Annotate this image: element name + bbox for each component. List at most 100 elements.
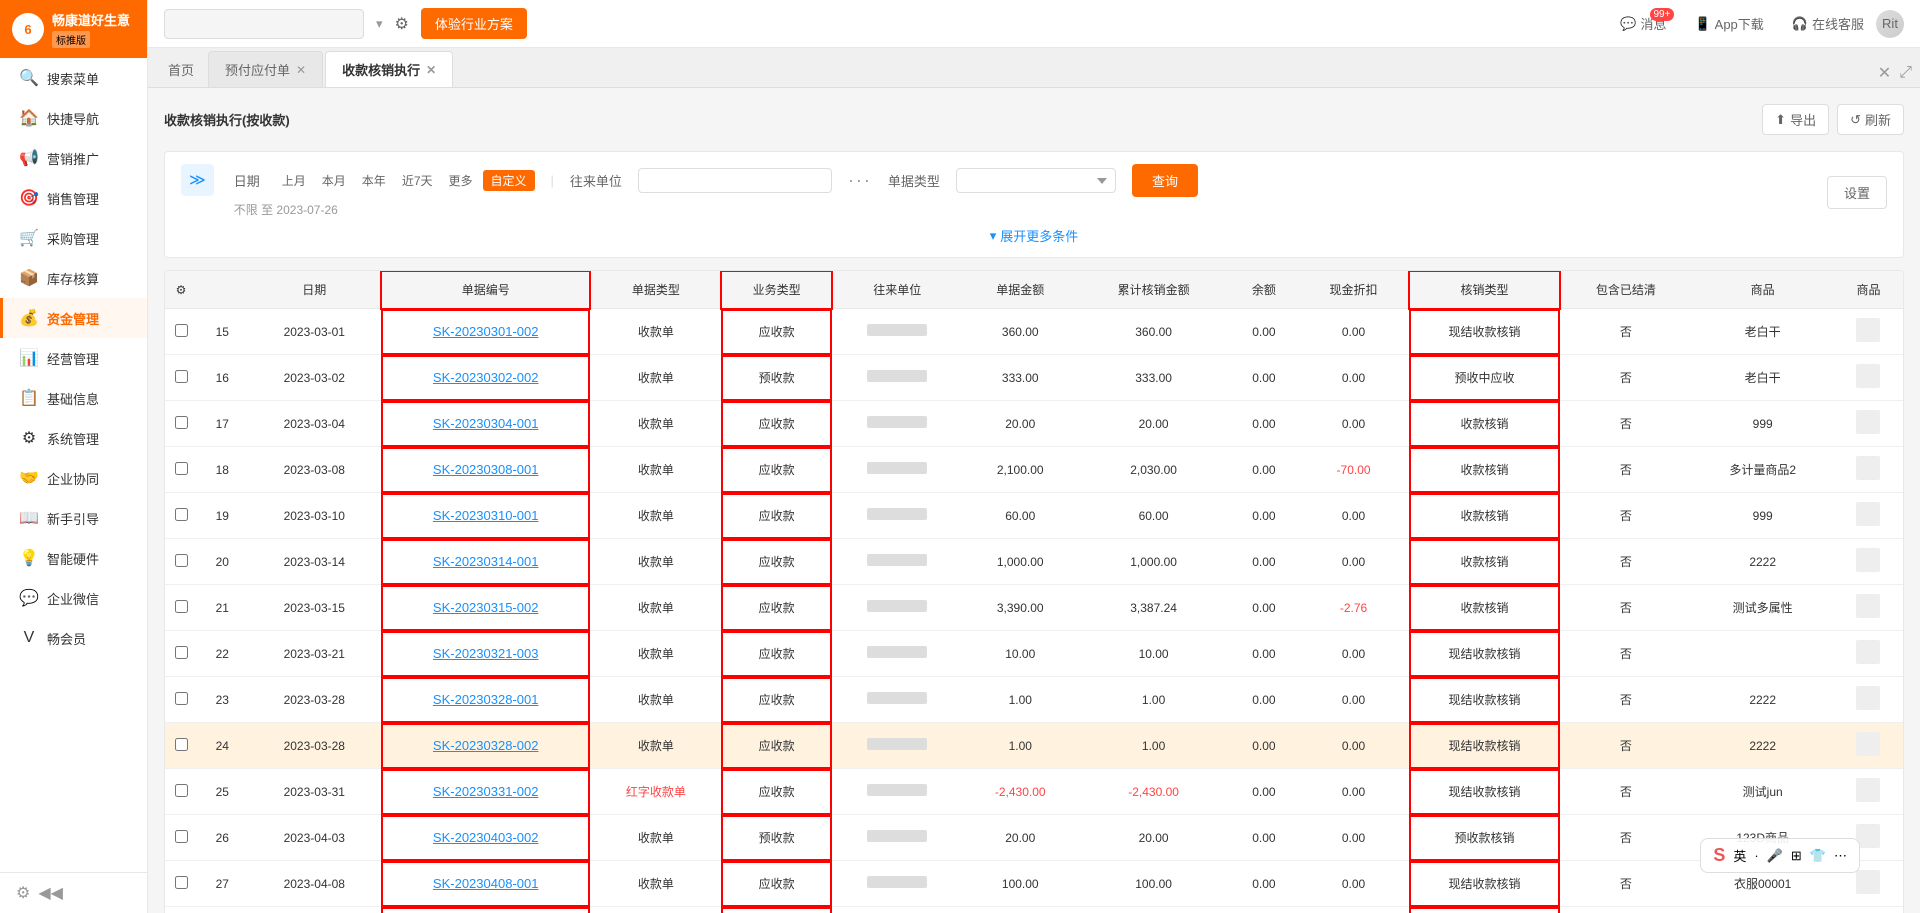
table-row[interactable]: 18 2023-03-08 SK-20230308-001 收款单 应收款 2,… xyxy=(165,447,1903,493)
collapse-icon[interactable]: ◀◀ xyxy=(38,883,63,903)
refresh-button[interactable]: ↺ 刷新 xyxy=(1837,104,1904,135)
doc-no-cell[interactable]: SK-20230301-002 xyxy=(381,309,590,355)
sidebar-item-sales[interactable]: 🎯销售管理 xyxy=(0,178,147,218)
col-checkbox[interactable] xyxy=(165,677,197,723)
table-row[interactable]: 19 2023-03-10 SK-20230310-001 收款单 应收款 60… xyxy=(165,493,1903,539)
doc-no-link[interactable]: SK-20230308-001 xyxy=(433,462,539,477)
col-checkbox[interactable] xyxy=(165,539,197,585)
tab-home[interactable]: 首页 xyxy=(156,52,206,87)
avatar[interactable]: Rit xyxy=(1876,10,1904,38)
table-container[interactable]: ⚙ 日期 单据编号 单据类型 业务类型 往来单位 单据金额 累计核销金额 余额 … xyxy=(165,271,1903,913)
partner-input[interactable] xyxy=(638,168,832,193)
row-checkbox[interactable] xyxy=(175,830,188,843)
row-checkbox[interactable] xyxy=(175,508,188,521)
table-row[interactable]: 28 2023-04-18 SK-20230418-001 收款单 应收款 10… xyxy=(165,907,1903,913)
tab-payable-close[interactable]: ✕ xyxy=(296,63,306,77)
query-button[interactable]: 查询 xyxy=(1132,164,1198,197)
doc-no-link[interactable]: SK-20230314-001 xyxy=(433,554,539,569)
col-checkbox[interactable] xyxy=(165,907,197,913)
table-row[interactable]: 25 2023-03-31 SK-20230331-002 红字收款单 应收款 … xyxy=(165,769,1903,815)
doc-type-select[interactable] xyxy=(956,168,1116,193)
last7-btn[interactable]: 近7天 xyxy=(396,170,439,191)
sidebar-item-wechat[interactable]: 💬企业微信 xyxy=(0,578,147,618)
doc-no-link[interactable]: SK-20230408-001 xyxy=(433,876,539,891)
col-settings[interactable]: ⚙ xyxy=(165,271,197,309)
tab-maximize[interactable]: ⤢ xyxy=(1899,64,1912,82)
sidebar-item-system[interactable]: ⚙系统管理 xyxy=(0,418,147,458)
row-checkbox[interactable] xyxy=(175,692,188,705)
custom-date-btn[interactable]: 自定义 xyxy=(483,170,535,191)
doc-no-link[interactable]: SK-20230310-001 xyxy=(433,508,539,523)
row-checkbox[interactable] xyxy=(175,416,188,429)
filter-settings-button[interactable]: 设置 xyxy=(1827,176,1887,209)
col-checkbox[interactable] xyxy=(165,861,197,907)
sidebar-item-hardware[interactable]: 💡智能硬件 xyxy=(0,538,147,578)
sougou-grid-icon[interactable]: ⊞ xyxy=(1791,848,1802,864)
doc-no-link[interactable]: SK-20230331-002 xyxy=(433,784,539,799)
sidebar-item-basic[interactable]: 📋基础信息 xyxy=(0,378,147,418)
message-button[interactable]: 💬 消息 99+ xyxy=(1620,14,1666,33)
doc-no-cell[interactable]: SK-20230418-001 xyxy=(381,907,590,913)
app-download-button[interactable]: 📱 App下载 xyxy=(1694,14,1763,33)
settings-bottom-icon[interactable]: ⚙ xyxy=(16,883,30,903)
col-checkbox[interactable] xyxy=(165,585,197,631)
doc-no-cell[interactable]: SK-20230408-001 xyxy=(381,861,590,907)
sidebar-item-operation[interactable]: 📊经营管理 xyxy=(0,338,147,378)
sidebar-item-purchase[interactable]: 🛒采购管理 xyxy=(0,218,147,258)
col-checkbox[interactable] xyxy=(165,401,197,447)
doc-no-link[interactable]: SK-20230328-002 xyxy=(433,738,539,753)
doc-no-link[interactable]: SK-20230328-001 xyxy=(433,692,539,707)
doc-no-cell[interactable]: SK-20230302-002 xyxy=(381,355,590,401)
doc-no-cell[interactable]: SK-20230321-003 xyxy=(381,631,590,677)
row-checkbox[interactable] xyxy=(175,784,188,797)
doc-no-link[interactable]: SK-20230302-002 xyxy=(433,370,539,385)
row-checkbox[interactable] xyxy=(175,600,188,613)
doc-no-link[interactable]: SK-20230403-002 xyxy=(433,830,539,845)
doc-no-cell[interactable]: SK-20230310-001 xyxy=(381,493,590,539)
doc-no-link[interactable]: SK-20230304-001 xyxy=(433,416,539,431)
row-checkbox[interactable] xyxy=(175,738,188,751)
export-button[interactable]: ⬆ 导出 xyxy=(1762,104,1829,135)
this-month-btn[interactable]: 本月 xyxy=(316,170,352,191)
row-checkbox[interactable] xyxy=(175,370,188,383)
doc-no-cell[interactable]: SK-20230328-001 xyxy=(381,677,590,723)
col-checkbox[interactable] xyxy=(165,493,197,539)
topbar-dropdown-arrow[interactable]: ▾ xyxy=(376,16,383,32)
doc-no-cell[interactable]: SK-20230304-001 xyxy=(381,401,590,447)
table-row[interactable]: 24 2023-03-28 SK-20230328-002 收款单 应收款 1.… xyxy=(165,723,1903,769)
table-row[interactable]: 15 2023-03-01 SK-20230301-002 收款单 应收款 36… xyxy=(165,309,1903,355)
sidebar-item-finance[interactable]: 💰资金管理 xyxy=(0,298,147,338)
row-checkbox[interactable] xyxy=(175,462,188,475)
col-checkbox[interactable] xyxy=(165,355,197,401)
sidebar-item-member[interactable]: V畅会员 xyxy=(0,618,147,658)
topbar-search-input[interactable] xyxy=(164,9,364,39)
row-checkbox[interactable] xyxy=(175,646,188,659)
row-checkbox[interactable] xyxy=(175,324,188,337)
row-checkbox[interactable] xyxy=(175,876,188,889)
more-btn[interactable]: 更多 xyxy=(443,170,479,191)
sidebar-item-marketing[interactable]: 📢营销推广 xyxy=(0,138,147,178)
sougou-more-icon[interactable]: ⋯ xyxy=(1834,848,1847,864)
col-checkbox[interactable] xyxy=(165,769,197,815)
table-row[interactable]: 20 2023-03-14 SK-20230314-001 收款单 应收款 1,… xyxy=(165,539,1903,585)
table-row[interactable]: 17 2023-03-04 SK-20230304-001 收款单 应收款 20… xyxy=(165,401,1903,447)
table-row[interactable]: 16 2023-03-02 SK-20230302-002 收款单 预收款 33… xyxy=(165,355,1903,401)
sidebar-item-quick[interactable]: 🏠快捷导航 xyxy=(0,98,147,138)
solution-button[interactable]: 体验行业方案 xyxy=(421,8,527,39)
col-checkbox[interactable] xyxy=(165,447,197,493)
doc-no-link[interactable]: SK-20230321-003 xyxy=(433,646,539,661)
row-checkbox[interactable] xyxy=(175,554,188,567)
doc-no-cell[interactable]: SK-20230331-002 xyxy=(381,769,590,815)
tab-payable[interactable]: 预付应付单 ✕ xyxy=(208,51,323,87)
sidebar-item-enterprise[interactable]: 🤝企业协同 xyxy=(0,458,147,498)
tab-collection[interactable]: 收款核销执行 ✕ xyxy=(325,51,453,87)
online-service-button[interactable]: 🎧 在线客服 xyxy=(1792,14,1864,33)
filter-expand-button[interactable]: ≫ xyxy=(181,164,214,196)
sidebar-item-inventory[interactable]: 📦库存核算 xyxy=(0,258,147,298)
col-checkbox[interactable] xyxy=(165,815,197,861)
doc-no-cell[interactable]: SK-20230403-002 xyxy=(381,815,590,861)
col-checkbox[interactable] xyxy=(165,723,197,769)
col-checkbox[interactable] xyxy=(165,309,197,355)
doc-no-cell[interactable]: SK-20230315-002 xyxy=(381,585,590,631)
last-month-btn[interactable]: 上月 xyxy=(276,170,312,191)
